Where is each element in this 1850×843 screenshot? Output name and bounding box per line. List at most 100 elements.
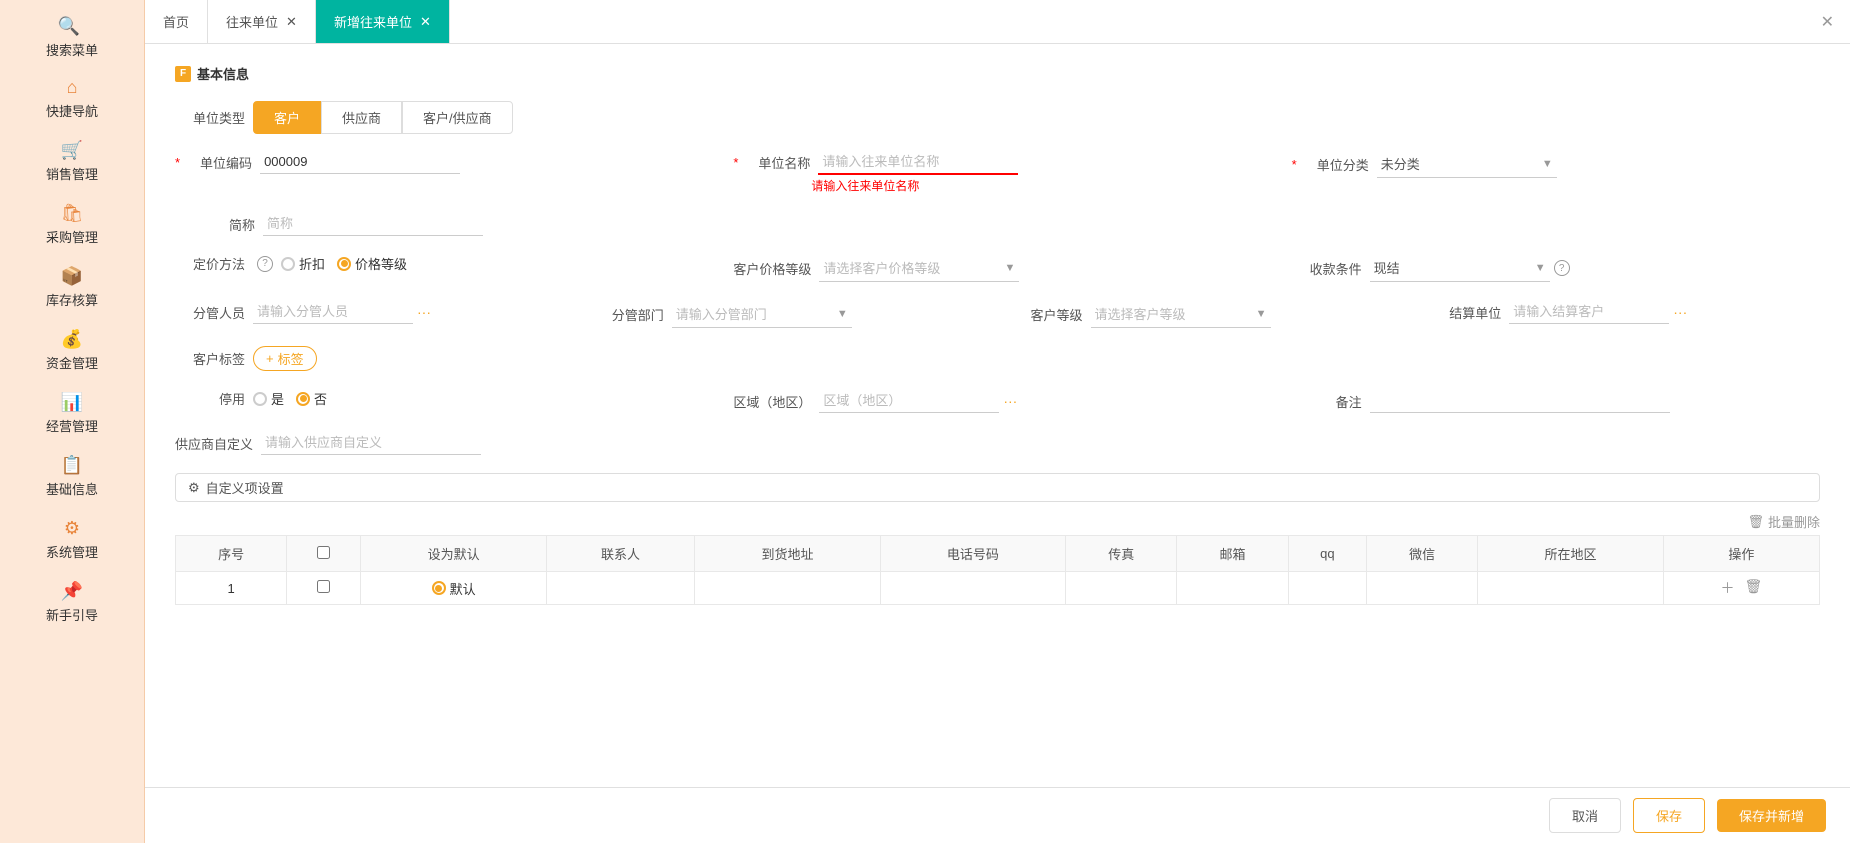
short-name-row: 简称	[175, 212, 1820, 236]
customer-price-level-field: 客户价格等级 请选择客户价格等级 ▼	[733, 254, 1261, 282]
unit-code-field: * 单位编码	[175, 150, 703, 174]
radio-yes[interactable]: 是	[253, 389, 284, 408]
custom-settings-button[interactable]: ⚙ 自定义项设置	[175, 473, 1820, 502]
main-area: 首页 往来单位 ✕ 新增往来单位 ✕ ✕ F 基本信息 单位类型 客户 供应商 …	[145, 0, 1850, 843]
sidebar-item-finance[interactable]: 💰 资金管理	[0, 319, 144, 382]
inventory-icon: 📦	[61, 266, 83, 287]
purchase-icon: 🛍	[61, 203, 84, 224]
pricing-help-icon[interactable]: ?	[257, 256, 273, 272]
tab-new-partner[interactable]: 新增往来单位 ✕	[316, 0, 450, 43]
sidebar-item-operations[interactable]: 📊 经营管理	[0, 382, 144, 445]
settlement-unit-more-btn[interactable]: ···	[1673, 304, 1687, 320]
region-input[interactable]	[819, 389, 999, 413]
remark-input[interactable]	[1370, 389, 1670, 413]
window-close-button[interactable]: ✕	[1805, 12, 1850, 32]
col-email: 邮箱	[1177, 536, 1288, 572]
tab-partners-close[interactable]: ✕	[286, 14, 297, 30]
sidebar-item-inventory[interactable]: 📦 库存核算	[0, 256, 144, 319]
payment-terms-label: 收款条件	[1292, 259, 1362, 278]
manager-row: 分管人员 ··· 分管部门 请输入分管部门 ▼ 客户等级 请选择客户等级 ▼	[175, 300, 1820, 328]
sidebar-item-purchase[interactable]: 🛍 采购管理	[0, 193, 144, 256]
delete-row-button[interactable]: 🗑	[1744, 578, 1762, 598]
basic-info-row1: * 单位编码 * 单位名称 请输入往来单位名称 * 单位分类 未分类 ▼	[175, 150, 1820, 194]
save-button[interactable]: 保存	[1633, 798, 1705, 833]
bottom-bar: 取消 保存 保存并新增	[145, 787, 1850, 843]
batch-delete-button[interactable]: 🗑 批量删除	[1747, 512, 1820, 531]
unit-category-chevron: ▼	[1542, 158, 1553, 170]
cell-address	[695, 572, 880, 605]
add-row-button[interactable]: ＋	[1720, 578, 1734, 598]
radio-no[interactable]: 否	[296, 389, 327, 408]
manager-input[interactable]	[253, 300, 413, 324]
select-all-checkbox[interactable]	[317, 546, 330, 559]
department-chevron: ▼	[837, 308, 848, 320]
type-btn-customer[interactable]: 客户	[253, 101, 321, 134]
sidebar-item-label: 系统管理	[46, 542, 98, 561]
radio-discount[interactable]: 折扣	[281, 254, 325, 273]
radio-yes-circle	[253, 392, 267, 406]
region-label: 区域（地区）	[733, 392, 811, 411]
sidebar-item-system[interactable]: ⚙ 系统管理	[0, 508, 144, 571]
supplier-custom-label: 供应商自定义	[175, 434, 253, 453]
sidebar-item-guide[interactable]: 📌 新手引导	[0, 571, 144, 634]
supplier-custom-field: 供应商自定义	[175, 431, 1820, 455]
basic-info-icon: 📋	[61, 455, 83, 476]
sidebar-item-quick-nav[interactable]: ⌂ 快捷导航	[0, 67, 144, 130]
save-and-new-button[interactable]: 保存并新增	[1717, 799, 1826, 832]
customer-price-level-select[interactable]: 请选择客户价格等级 ▼	[819, 254, 1019, 282]
payment-terms-chevron: ▼	[1535, 262, 1546, 274]
department-select[interactable]: 请输入分管部门 ▼	[672, 300, 852, 328]
department-placeholder: 请输入分管部门	[676, 304, 833, 323]
guide-icon: 📌	[61, 581, 83, 602]
manager-more-btn[interactable]: ···	[417, 304, 431, 320]
cancel-button[interactable]: 取消	[1549, 798, 1621, 833]
sidebar-item-search[interactable]: 🔍 搜索菜单	[0, 8, 144, 67]
radio-yes-label: 是	[271, 389, 284, 408]
tab-partners[interactable]: 往来单位 ✕	[208, 0, 316, 43]
manager-field: 分管人员 ···	[175, 300, 564, 324]
department-field: 分管部门 请输入分管部门 ▼	[594, 300, 983, 328]
supplier-custom-input[interactable]	[261, 431, 481, 455]
manager-label: 分管人员	[175, 303, 245, 322]
settlement-unit-label: 结算单位	[1431, 303, 1501, 322]
tab-new-partner-close[interactable]: ✕	[420, 14, 431, 30]
short-name-input[interactable]	[263, 212, 483, 236]
tag-btn-label: 标签	[278, 349, 304, 368]
radio-price-level[interactable]: 价格等级	[337, 254, 407, 273]
cell-actions: ＋ 🗑	[1663, 572, 1819, 605]
col-qq: qq	[1288, 536, 1366, 572]
region-more-btn[interactable]: ···	[1003, 393, 1017, 409]
sidebar-item-sales[interactable]: 🛒 销售管理	[0, 130, 144, 193]
row-checkbox[interactable]	[317, 580, 330, 593]
sidebar-item-basic-info[interactable]: 📋 基础信息	[0, 445, 144, 508]
customer-price-level-label: 客户价格等级	[733, 259, 811, 278]
unit-code-input[interactable]	[260, 150, 460, 174]
payment-terms-help-icon[interactable]: ?	[1554, 260, 1570, 276]
sidebar-item-label: 搜索菜单	[46, 40, 98, 59]
col-action: 操作	[1663, 536, 1819, 572]
region-field: 区域（地区） ···	[733, 389, 1261, 413]
settlement-unit-input[interactable]	[1509, 300, 1669, 324]
unit-category-select[interactable]: 未分类 ▼	[1377, 150, 1557, 178]
type-btn-both[interactable]: 客户/供应商	[402, 101, 513, 134]
cell-seq: 1	[176, 572, 287, 605]
add-tag-button[interactable]: + 标签	[253, 346, 317, 371]
unit-name-input[interactable]	[818, 150, 1018, 175]
unit-type-label: 单位类型	[175, 108, 245, 127]
custom-settings-label: 自定义项设置	[206, 478, 284, 497]
default-radio[interactable]: 默认	[367, 579, 539, 598]
radio-price-level-label: 价格等级	[355, 254, 407, 273]
col-phone: 电话号码	[880, 536, 1065, 572]
tab-home[interactable]: 首页	[145, 0, 208, 43]
unit-name-required: *	[733, 155, 738, 170]
type-btn-supplier[interactable]: 供应商	[321, 101, 402, 134]
operations-icon: 📊	[61, 392, 83, 413]
payment-terms-select[interactable]: 现结 ▼	[1370, 254, 1550, 282]
plus-icon: +	[266, 351, 274, 366]
remark-field: 备注	[1292, 389, 1820, 413]
col-checkbox	[287, 536, 361, 572]
customer-level-select[interactable]: 请选择客户等级 ▼	[1091, 300, 1271, 328]
col-fax: 传真	[1066, 536, 1177, 572]
col-default: 设为默认	[361, 536, 546, 572]
disabled-field: 停用 是 否	[175, 389, 703, 408]
